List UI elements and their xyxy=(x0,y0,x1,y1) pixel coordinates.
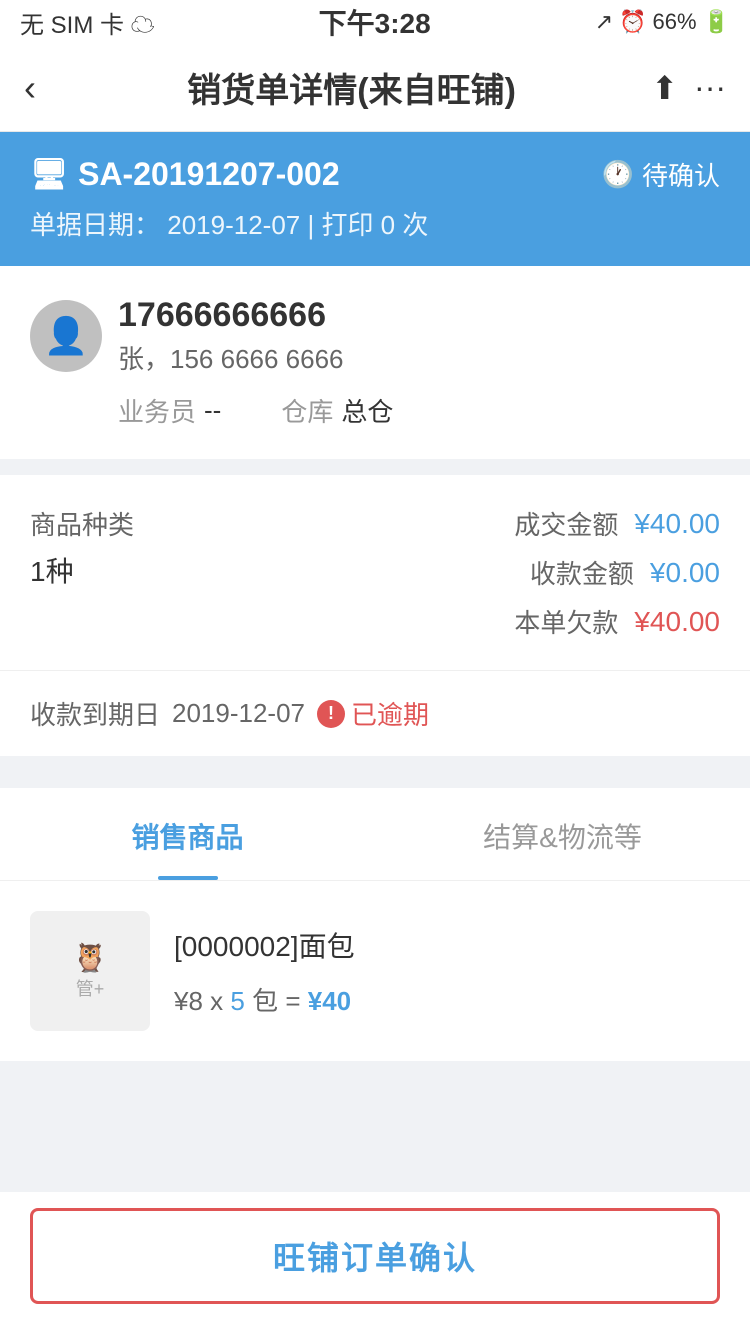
overdue-badge: ! 已逾期 xyxy=(317,695,429,732)
amount-label-2: 本单欠款 xyxy=(498,603,618,640)
salesperson-label: 业务员 xyxy=(118,392,196,429)
status-text: 待确认 xyxy=(642,156,720,193)
summary-section: 商品种类 1种 成交金额 ¥40.00 收款金额 ¥0.00 本单欠款 ¥40.… xyxy=(0,475,750,670)
alarm-icon: ⏰ xyxy=(619,9,646,35)
product-item: 🦉 管+ [0000002]面包 ¥8 x 5 包 = ¥40 xyxy=(0,881,750,1061)
section-divider-1 xyxy=(0,459,750,475)
product-unit: 包 xyxy=(252,986,278,1016)
amounts-section: 成交金额 ¥40.00 收款金额 ¥0.00 本单欠款 ¥40.00 xyxy=(498,505,720,640)
order-status: 🕐 待确认 xyxy=(602,156,720,193)
equals-sign: = xyxy=(285,986,307,1016)
bottom-bar: 旺铺订单确认 xyxy=(0,1192,750,1334)
amount-value-1: ¥0.00 xyxy=(650,557,720,589)
due-date-value: 2019-12-07 xyxy=(172,698,305,729)
customer-name: 张，156 6666 6666 xyxy=(118,339,344,376)
multiply-sign: x xyxy=(210,986,230,1016)
product-info: [0000002]面包 ¥8 x 5 包 = ¥40 xyxy=(174,925,720,1018)
customer-phone: 17666666666 xyxy=(118,296,344,335)
nav-bar: ‹ 销货单详情(来自旺铺) ⬆ ··· xyxy=(0,44,750,132)
salesperson-field: 业务员 -- xyxy=(118,392,221,429)
customer-section: 👤 17666666666 张，156 6666 6666 业务员 -- 仓库 … xyxy=(0,266,750,459)
warehouse-field: 仓库 总仓 xyxy=(281,392,393,429)
back-button[interactable]: ‹ xyxy=(24,67,36,109)
warning-icon: ! xyxy=(317,700,345,728)
product-qty: 5 xyxy=(230,986,244,1016)
status-bar: 无 SIM 卡 ☁ 下午3:28 ↗ ⏰ 66% 🔋 xyxy=(0,0,750,44)
amount-value-0: ¥40.00 xyxy=(634,508,720,540)
nav-actions: ⬆ ··· xyxy=(651,69,726,107)
location-icon: ↗ xyxy=(595,9,613,35)
order-date: 单据日期： 2019-12-07 | 打印 0 次 xyxy=(30,205,720,242)
status-right: ↗ ⏰ 66% 🔋 xyxy=(595,9,730,35)
product-thumbnail: 🦉 管+ xyxy=(30,911,150,1031)
order-id: 🖥 SA-20191207-002 xyxy=(30,156,340,193)
status-left: 无 SIM 卡 ☁ xyxy=(20,5,155,40)
due-date-label: 收款到期日 xyxy=(30,695,160,732)
product-logo: 🦉 管+ xyxy=(73,941,108,1001)
product-total: ¥40 xyxy=(308,986,351,1016)
salesperson-value: -- xyxy=(204,395,221,426)
tab-products[interactable]: 销售商品 xyxy=(0,788,375,880)
tabs-section: 销售商品 结算&物流等 🦉 管+ [0000002]面包 ¥8 x 5 包 = … xyxy=(0,788,750,1061)
amount-row-2: 本单欠款 ¥40.00 xyxy=(498,603,720,640)
battery-text: 66% xyxy=(653,9,697,35)
page-title: 销货单详情(来自旺铺) xyxy=(52,63,651,112)
clock-icon: 🕐 xyxy=(602,159,634,190)
status-time: 下午3:28 xyxy=(319,2,431,42)
amount-label-0: 成交金额 xyxy=(498,505,618,542)
overdue-text: 已逾期 xyxy=(351,695,429,732)
amount-value-2: ¥40.00 xyxy=(634,606,720,638)
due-date-section: 收款到期日 2019-12-07 ! 已逾期 xyxy=(0,671,750,756)
amount-row-0: 成交金额 ¥40.00 xyxy=(498,505,720,542)
amount-row-1: 收款金额 ¥0.00 xyxy=(514,554,720,591)
avatar: 👤 xyxy=(30,300,102,372)
type-value: 1种 xyxy=(30,550,134,590)
tabs-header: 销售商品 结算&物流等 xyxy=(0,788,750,881)
more-icon[interactable]: ··· xyxy=(694,69,726,106)
product-name: [0000002]面包 xyxy=(174,925,720,965)
share-icon[interactable]: ⬆ xyxy=(651,69,678,107)
order-icon: 🖥 xyxy=(30,157,68,192)
warehouse-value: 总仓 xyxy=(341,392,393,429)
avatar-icon: 👤 xyxy=(44,315,89,357)
order-header: 🖥 SA-20191207-002 🕐 待确认 单据日期： 2019-12-07… xyxy=(0,132,750,266)
product-price-row: ¥8 x 5 包 = ¥40 xyxy=(174,981,720,1018)
section-divider-2 xyxy=(0,756,750,772)
no-sim-text: 无 SIM 卡 ☁ xyxy=(20,5,155,40)
product-price: ¥8 xyxy=(174,986,203,1016)
tab-settlement[interactable]: 结算&物流等 xyxy=(375,788,750,880)
battery-icon: 🔋 xyxy=(703,9,730,35)
warehouse-label: 仓库 xyxy=(281,392,333,429)
confirm-button[interactable]: 旺铺订单确认 xyxy=(30,1208,720,1304)
type-label: 商品种类 xyxy=(30,505,134,542)
amount-label-1: 收款金额 xyxy=(514,554,634,591)
